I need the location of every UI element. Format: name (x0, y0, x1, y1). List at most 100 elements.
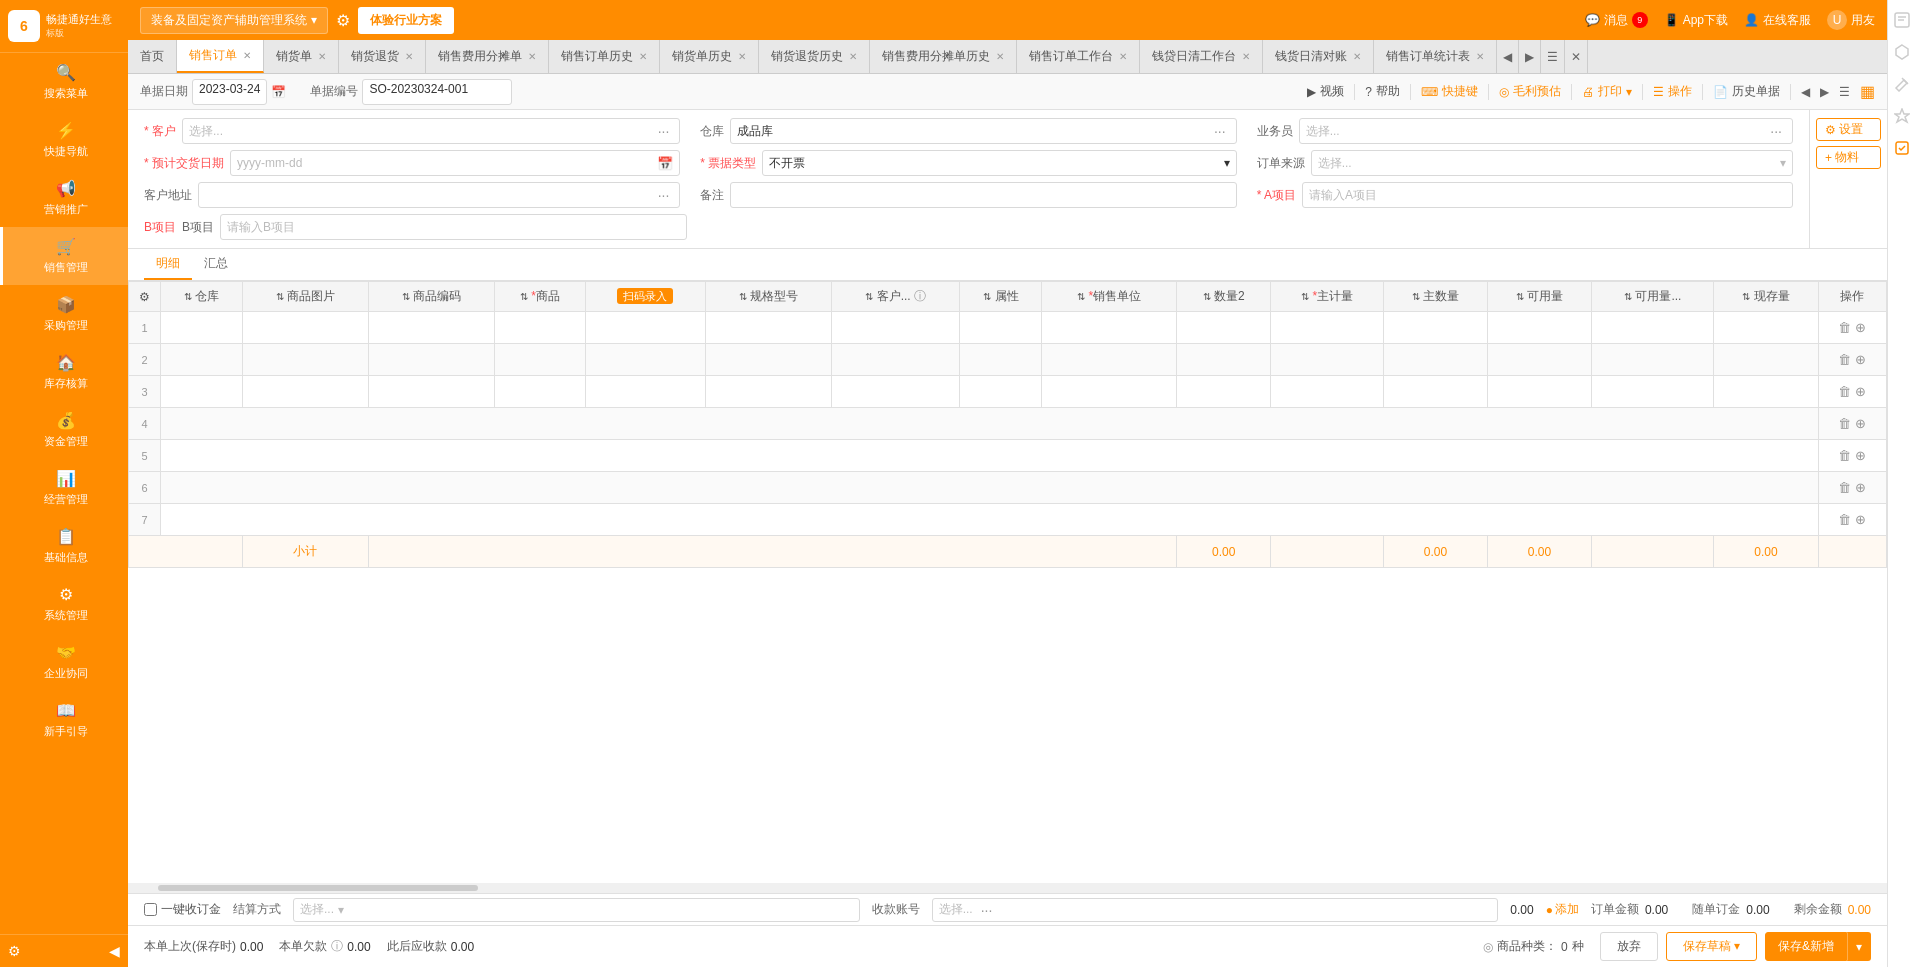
sidebar-item-operations[interactable]: 📊 经营管理 (0, 459, 128, 517)
sort-icon-2[interactable]: ⇅ (276, 291, 284, 302)
tab-close-2[interactable]: ✕ (738, 51, 746, 62)
toolbar-view[interactable]: ▶ 视频 (1307, 83, 1344, 100)
row-3-copy-icon[interactable]: ⊕ (1855, 384, 1866, 399)
tab-cash-workbench[interactable]: 钱贷日清工作台 ✕ (1140, 40, 1263, 73)
sidebar-item-sales[interactable]: 🛒 销售管理 (0, 227, 128, 285)
account-select[interactable]: 选择... ··· (932, 898, 1499, 922)
tab-sales-goods[interactable]: 销货单 ✕ (264, 40, 339, 73)
delivery-calendar-icon[interactable]: 📅 (657, 156, 673, 171)
row-2-available[interactable] (1487, 344, 1591, 376)
row-1-copy-icon[interactable]: ⊕ (1855, 320, 1866, 335)
account-dots[interactable]: ··· (977, 902, 997, 918)
row-2-available2[interactable] (1592, 344, 1714, 376)
scan-button[interactable]: 扫码录入 (617, 288, 673, 304)
user-item[interactable]: U 用友 (1827, 10, 1875, 30)
row-3-spec[interactable] (705, 376, 831, 408)
sidebar-item-system[interactable]: ⚙ 系统管理 (0, 575, 128, 633)
tab-home[interactable]: 首页 (128, 40, 177, 73)
tab-close-8[interactable]: ✕ (1476, 51, 1484, 62)
sidebar-item-inventory[interactable]: 🏠 库存核算 (0, 343, 128, 401)
row-1-attribute[interactable] (960, 312, 1042, 344)
tab-sales-order-close[interactable]: ✕ (243, 50, 251, 61)
tab-sales-goods-history[interactable]: 销货单历史 ✕ (660, 40, 759, 73)
one-click-checkbox[interactable] (144, 903, 157, 916)
tab-menu-btn[interactable]: ☰ (1541, 40, 1565, 73)
sort-icon-8[interactable]: ⇅ (1077, 291, 1085, 302)
tab-sales-return-history[interactable]: 销货退货历史 ✕ (759, 40, 870, 73)
row-6-copy-icon[interactable]: ⊕ (1855, 480, 1866, 495)
right-panel-icon-5[interactable] (1890, 136, 1914, 160)
toolbar-shortcut[interactable]: ⌨ 快捷键 (1421, 83, 1478, 100)
tab-close-1[interactable]: ✕ (639, 51, 647, 62)
order-source-input[interactable]: 选择... ▾ (1311, 150, 1793, 176)
col-settings[interactable]: ⚙ (129, 282, 161, 312)
tab-sales-stats[interactable]: 销售订单统计表 ✕ (1374, 40, 1497, 73)
tab-close-5[interactable]: ✕ (1119, 51, 1127, 62)
row-3-available[interactable] (1487, 376, 1591, 408)
scroll-bar[interactable] (128, 883, 1887, 893)
one-click-label[interactable]: 一键收订金 (144, 901, 221, 918)
toolbar-history[interactable]: 📄 历史单据 (1713, 83, 1780, 100)
calendar-icon[interactable]: 📅 (271, 85, 286, 99)
number-value[interactable]: SO-20230324-001 (362, 79, 512, 105)
row-1-main-unit[interactable] (1271, 312, 1384, 344)
row-1-unit[interactable] (1042, 312, 1177, 344)
nav-prev-icon[interactable]: ◀ (1801, 85, 1810, 99)
tab-sales-workbench[interactable]: 销售订单工作台 ✕ (1017, 40, 1140, 73)
sort-icon-11[interactable]: ⇅ (1412, 291, 1420, 302)
row-4-empty[interactable] (161, 408, 1819, 440)
tab-prev-btn[interactable]: ◀ (1497, 40, 1519, 73)
tab-close-6[interactable]: ✕ (1242, 51, 1250, 62)
row-2-attribute[interactable] (960, 344, 1042, 376)
row-2-copy-icon[interactable]: ⊕ (1855, 352, 1866, 367)
row-2-image[interactable] (242, 344, 368, 376)
customer-input[interactable]: 选择... ··· (182, 118, 680, 144)
row-6-empty[interactable] (161, 472, 1819, 504)
row-1-available2[interactable] (1592, 312, 1714, 344)
customer-dots[interactable]: ··· (654, 123, 674, 139)
tab-close-4[interactable]: ✕ (996, 51, 1004, 62)
invoice-select[interactable]: 不开票 ▾ (762, 150, 1236, 176)
add-payment-btn[interactable]: ● 添加 (1546, 901, 1579, 918)
settings-icon[interactable]: ⚙ (139, 290, 150, 304)
address-input[interactable]: ··· (198, 182, 680, 208)
row-3-attribute[interactable] (960, 376, 1042, 408)
sort-icon-12[interactable]: ⇅ (1516, 291, 1524, 302)
toolbar-profit[interactable]: ◎ 毛利预估 (1499, 83, 1561, 100)
tab-sales-cost-history[interactable]: 销售费用分摊单历史 ✕ (870, 40, 1017, 73)
row-2-spec[interactable] (705, 344, 831, 376)
sort-icon-5[interactable]: ⇅ (739, 291, 747, 302)
detail-tab-summary[interactable]: 汇总 (192, 249, 240, 280)
sort-icon[interactable]: ⇅ (184, 291, 192, 302)
business-input[interactable]: 选择... ··· (1299, 118, 1793, 144)
row-1-warehouse[interactable] (161, 312, 243, 344)
save-draft-button[interactable]: 保存草稿 ▾ (1666, 932, 1757, 961)
row-5-delete-icon[interactable]: 🗑 (1838, 448, 1851, 463)
sort-icon-4[interactable]: ⇅ (520, 291, 528, 302)
payment-method-select[interactable]: 选择... ▾ (293, 898, 860, 922)
row-1-image[interactable] (242, 312, 368, 344)
tab-sales-cost[interactable]: 销售费用分摊单 ✕ (426, 40, 549, 73)
tab-sales-cost-close[interactable]: ✕ (528, 51, 536, 62)
delivery-input[interactable]: yyyy-mm-dd 📅 (230, 150, 680, 176)
row-1-product[interactable] (495, 312, 585, 344)
row-7-copy-icon[interactable]: ⊕ (1855, 512, 1866, 527)
row-6-delete-icon[interactable]: 🗑 (1838, 480, 1851, 495)
nav-next-icon[interactable]: ▶ (1820, 85, 1829, 99)
list-view-icon[interactable]: ☰ (1839, 85, 1850, 99)
toolbar-help[interactable]: ? 帮助 (1365, 83, 1400, 100)
sort-icon-9[interactable]: ⇅ (1203, 291, 1211, 302)
row-2-customer-code[interactable] (831, 344, 960, 376)
a-project-input[interactable]: 请输入A项目 (1302, 182, 1793, 208)
address-dots[interactable]: ··· (654, 187, 674, 203)
settings-bottom-icon[interactable]: ⚙ (8, 943, 21, 959)
tab-next-btn[interactable]: ▶ (1519, 40, 1541, 73)
row-3-delete-icon[interactable]: 🗑 (1838, 384, 1851, 399)
row-2-unit[interactable] (1042, 344, 1177, 376)
row-3-code[interactable] (369, 376, 495, 408)
toolbar-operation[interactable]: ☰ 操作 (1653, 83, 1692, 100)
sidebar-item-search[interactable]: 🔍 搜索菜单 (0, 53, 128, 111)
date-value[interactable]: 2023-03-24 (192, 79, 267, 105)
solution-button[interactable]: 体验行业方案 (358, 7, 454, 34)
row-3-unit[interactable] (1042, 376, 1177, 408)
